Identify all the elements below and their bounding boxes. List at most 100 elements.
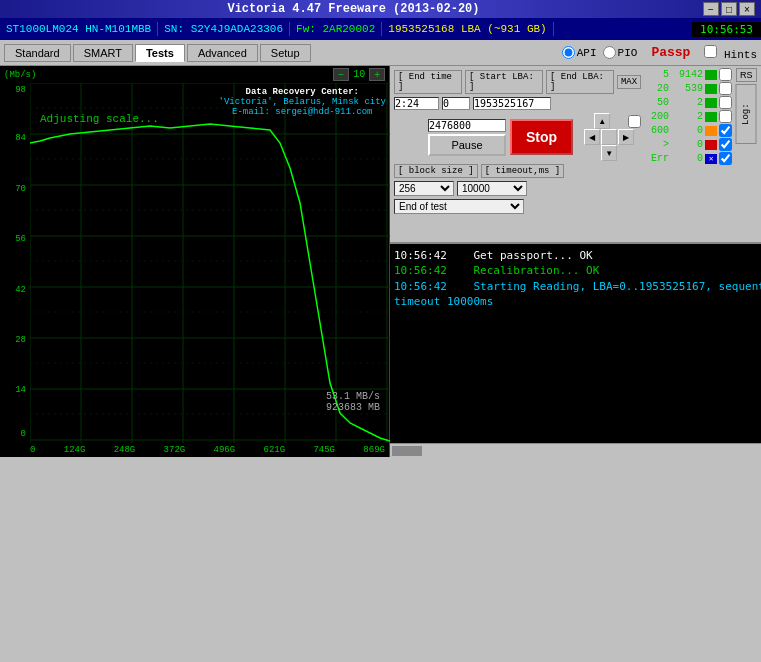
bar-check-20[interactable] xyxy=(719,82,732,95)
bar-row-5: 5 9142 xyxy=(647,68,732,81)
lba-field3[interactable] xyxy=(428,119,506,132)
bar-color-50 xyxy=(705,98,717,108)
bar-count-200: 2 xyxy=(671,111,703,122)
timeout-select[interactable]: 10000 xyxy=(457,181,527,196)
bar-color-5 xyxy=(705,70,717,80)
arrow-row2: ◀ ▶ xyxy=(584,129,634,145)
end-lba-input[interactable] xyxy=(473,97,551,110)
arrow-up-btn[interactable]: ▲ xyxy=(594,113,610,129)
data-recovery-info: Data Recovery Center: 'Victoria', Belaru… xyxy=(219,87,386,117)
log-time-2: 10:56:42 xyxy=(394,264,447,277)
bar-count-50: 2 xyxy=(671,97,703,108)
bar-row-gt: > 0 xyxy=(647,138,732,151)
x-label-745g: 745G xyxy=(313,445,335,455)
tab-smart[interactable]: SMART xyxy=(73,44,133,62)
graph-svg xyxy=(30,83,390,443)
x-labels: 0 124G 248G 372G 496G 621G 745G 869G xyxy=(0,443,389,457)
bar-rows: 5 9142 20 539 xyxy=(647,68,732,165)
close-btn[interactable]: × xyxy=(739,2,755,16)
bar-color-20 xyxy=(705,84,717,94)
hints-checkbox[interactable]: Hints xyxy=(704,45,757,61)
radio-pio[interactable]: PIO xyxy=(603,46,638,59)
bar-check-200[interactable] xyxy=(719,110,732,123)
device-bar: ST1000LM024 HN-M101MBB SN: S2Y4J9ADA2330… xyxy=(0,18,761,40)
tab-advanced[interactable]: Advanced xyxy=(187,44,258,62)
bar-check-600[interactable] xyxy=(719,124,732,137)
rs-btn[interactable]: RS xyxy=(736,68,757,82)
arrow-down-btn[interactable]: ▼ xyxy=(601,145,617,161)
bars-panel: 5 9142 20 539 xyxy=(645,66,759,242)
menu-bar: Standard SMART Tests Advanced Setup API … xyxy=(0,40,761,66)
bar-check-gt[interactable] xyxy=(719,138,732,151)
graph-controls: − 10 + xyxy=(333,68,385,81)
bar-label-20: 20 xyxy=(647,83,669,94)
center-panel: [ End time ] [ Start LBA: ] [ End LBA: ]… xyxy=(390,66,761,457)
end-test-row: End of test xyxy=(394,199,641,214)
tab-setup[interactable]: Setup xyxy=(260,44,311,62)
rs-log-col: RS Log: xyxy=(736,68,757,144)
y-label-56: 56 xyxy=(15,234,26,244)
pause-btn[interactable]: Pause xyxy=(428,134,506,156)
bar-count-err: 0 xyxy=(671,153,703,164)
stop-btn[interactable]: Stop xyxy=(510,119,573,155)
bar-color-600 xyxy=(705,126,717,136)
y-label-98: 98 xyxy=(15,85,26,95)
lba-panel: [ End time ] [ Start LBA: ] [ End LBA: ]… xyxy=(390,66,645,242)
dr-title: Data Recovery Center: xyxy=(219,87,386,97)
bar-label-err: Err xyxy=(647,153,669,164)
log-btn[interactable]: Log: xyxy=(736,84,757,144)
graph-info: 53.1 MB/s 923683 MB xyxy=(326,391,380,413)
arrow-right-btn[interactable]: ▶ xyxy=(618,129,634,145)
block-size-select[interactable]: 256 xyxy=(394,181,454,196)
x-label-372g: 372G xyxy=(164,445,186,455)
log-line-2: 10:56:42 Recalibration... OK xyxy=(394,263,761,278)
graph-speed: 53.1 MB/s xyxy=(326,391,380,402)
adjusting-text: Adjusting scale... xyxy=(40,113,159,125)
graph-canvas: 98 84 70 56 42 28 14 0 xyxy=(0,83,390,443)
x-label-621g: 621G xyxy=(263,445,285,455)
radio-api[interactable]: API xyxy=(562,46,597,59)
minimize-btn[interactable]: − xyxy=(703,2,719,16)
graph-mb: 923683 MB xyxy=(326,402,380,413)
bar-color-200 xyxy=(705,112,717,122)
dr-line1: 'Victoria', Belarus, Minsk city xyxy=(219,97,386,107)
pause-col: Pause xyxy=(394,119,506,156)
start-lba-input[interactable] xyxy=(442,97,470,110)
bar-check-err[interactable] xyxy=(719,152,732,165)
end-time-label: [ End time ] xyxy=(394,70,462,94)
device-label: Passp xyxy=(651,45,690,60)
end-of-test-select[interactable]: End of test xyxy=(394,199,524,214)
maximize-btn[interactable]: □ xyxy=(721,2,737,16)
bar-row-600: 600 0 xyxy=(647,124,732,137)
y-label-70: 70 xyxy=(15,184,26,194)
arrow-check[interactable] xyxy=(628,115,641,128)
device-model: ST1000LM024 HN-M101MBB xyxy=(0,22,158,36)
horizontal-scrollbar[interactable] xyxy=(390,443,761,457)
device-serial: SN: S2Y4J9ADA23306 xyxy=(158,22,290,36)
arrow-row3: ▼ xyxy=(584,145,634,161)
timeout-label: [ timeout,ms ] xyxy=(481,164,565,178)
bar-label-50: 50 xyxy=(647,97,669,108)
graph-plus-btn[interactable]: + xyxy=(369,68,385,81)
y-label-14: 14 xyxy=(15,385,26,395)
max-label: MAX xyxy=(617,75,641,89)
bar-label-200: 200 xyxy=(647,111,669,122)
bar-row-20: 20 539 xyxy=(647,82,732,95)
bar-check-50[interactable] xyxy=(719,96,732,109)
graph-scale: 10 xyxy=(353,69,365,80)
dr-line2: E-mail: sergei@hdd-911.com xyxy=(219,107,386,117)
tab-standard[interactable]: Standard xyxy=(4,44,71,62)
bar-color-err: ✕ xyxy=(705,154,717,164)
arrow-left-btn[interactable]: ◀ xyxy=(584,129,600,145)
scroll-thumb[interactable] xyxy=(392,446,422,456)
graph-minus-btn[interactable]: − xyxy=(333,68,349,81)
end-time-input[interactable] xyxy=(394,97,439,110)
y-labels: 98 84 70 56 42 28 14 0 xyxy=(0,83,28,443)
y-label-0: 0 xyxy=(21,429,26,439)
bar-color-gt xyxy=(705,140,717,150)
device-time: 10:56:53 xyxy=(692,22,761,37)
log-time-1: 10:56:42 xyxy=(394,249,447,262)
bar-check-5[interactable] xyxy=(719,68,732,81)
arrow-area: ▲ ◀ ▶ ▼ xyxy=(577,113,641,161)
tab-tests[interactable]: Tests xyxy=(135,44,185,62)
